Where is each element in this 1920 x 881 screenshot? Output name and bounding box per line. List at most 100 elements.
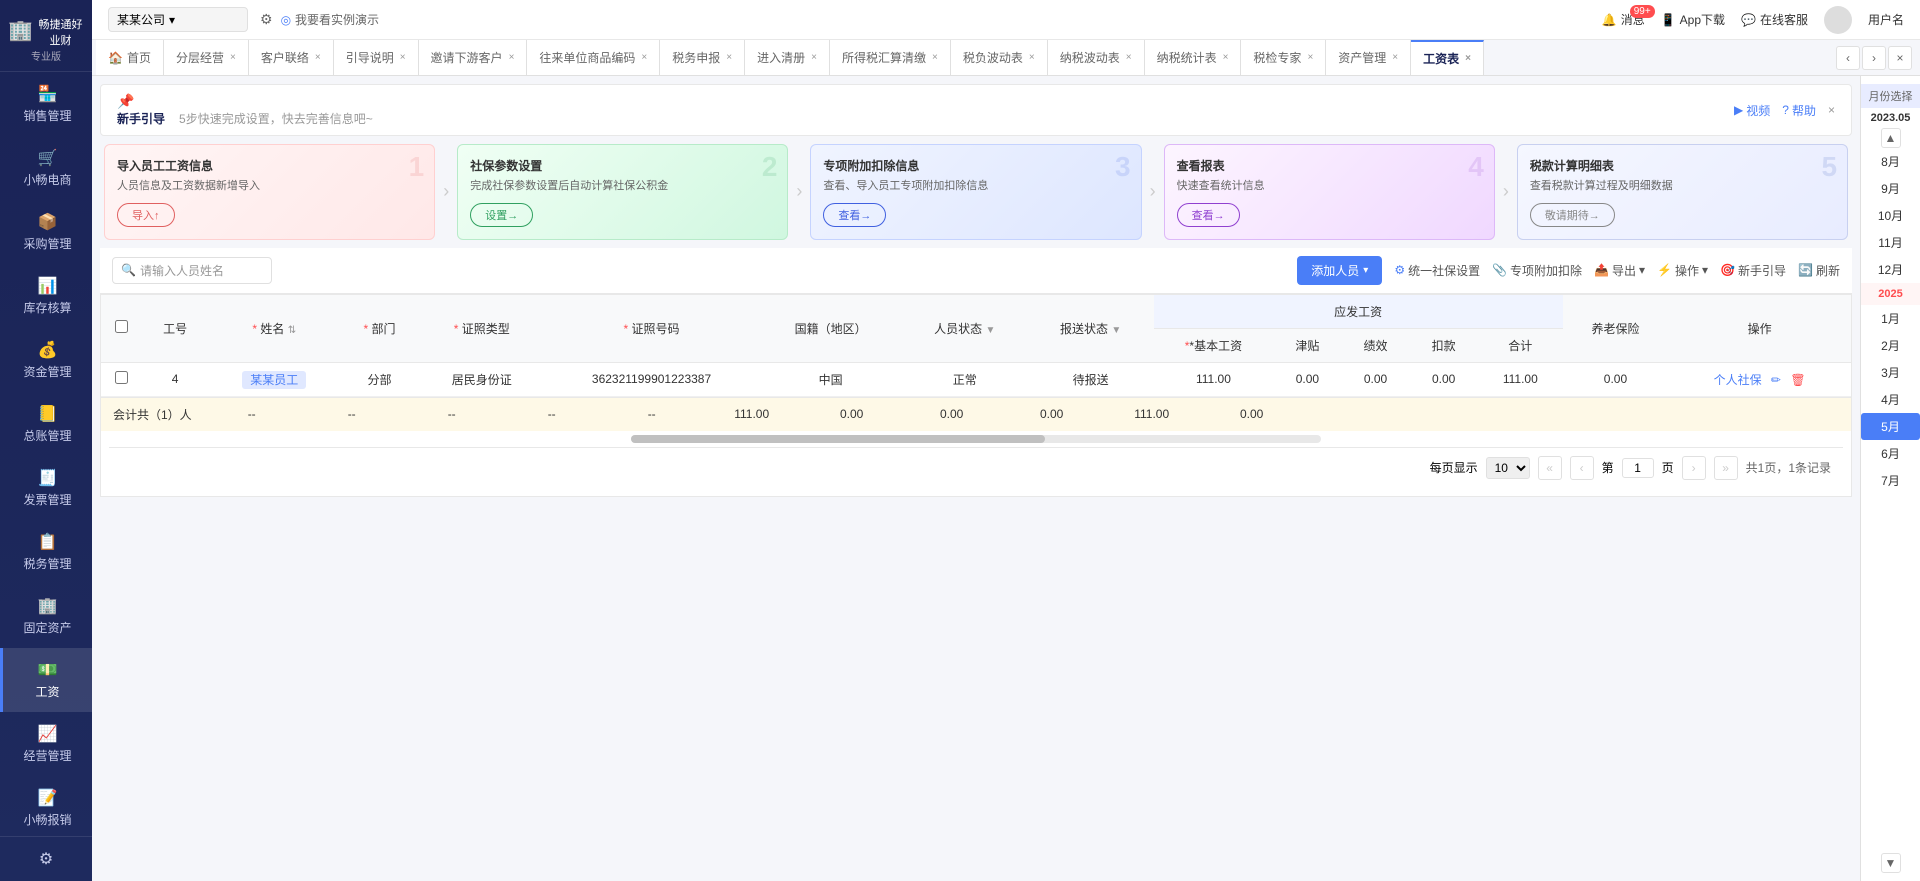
tab-tax-declare[interactable]: 税务申报 ×: [660, 40, 745, 76]
sort-icon[interactable]: ⇅: [288, 325, 296, 336]
edit-row-button[interactable]: ✏: [1771, 373, 1781, 387]
month-item-may[interactable]: 5月: [1861, 413, 1920, 440]
month-item-nov[interactable]: 11月: [1861, 229, 1920, 256]
month-item-oct[interactable]: 10月: [1861, 202, 1920, 229]
tab-close-icon[interactable]: ×: [1307, 52, 1313, 63]
message-button[interactable]: 🔔 消息 99+: [1602, 11, 1645, 28]
month-item-mar[interactable]: 3月: [1861, 359, 1920, 386]
tab-close-icon[interactable]: ×: [509, 52, 515, 63]
sidebar-item-sales[interactable]: 🏪 销售管理: [0, 72, 92, 136]
horizontal-scrollbar[interactable]: [101, 431, 1851, 447]
tab-close-icon[interactable]: ×: [400, 52, 406, 63]
tab-invite[interactable]: 邀请下游客户 ×: [419, 40, 528, 76]
company-selector[interactable]: 某某公司 ▾: [108, 7, 248, 32]
settings-icon[interactable]: ⚙: [260, 11, 273, 28]
tab-tax-stat[interactable]: 纳税统计表 ×: [1145, 40, 1242, 76]
month-item-feb[interactable]: 2月: [1861, 332, 1920, 359]
sidebar-item-invoice[interactable]: 🧾 发票管理: [0, 456, 92, 520]
step-btn-4[interactable]: 查看→: [1177, 203, 1240, 227]
filter-icon[interactable]: ▼: [1111, 325, 1121, 336]
tab-close-icon[interactable]: ×: [1465, 53, 1471, 64]
sidebar-item-purchase[interactable]: 📦 采购管理: [0, 200, 92, 264]
month-item-sep[interactable]: 9月: [1861, 175, 1920, 202]
per-page-select[interactable]: 10: [1486, 457, 1530, 479]
refresh-button[interactable]: 🔄 刷新: [1798, 262, 1840, 279]
tab-close-icon[interactable]: ×: [932, 52, 938, 63]
tab-prev-button[interactable]: ‹: [1836, 46, 1860, 70]
sidebar-item-ecommerce[interactable]: 🛒 小畅电商: [0, 136, 92, 200]
sidebar-item-tax[interactable]: 📋 税务管理: [0, 520, 92, 584]
sidebar-item-salary[interactable]: 💵 工资: [0, 648, 92, 712]
tab-close-icon[interactable]: ×: [811, 52, 817, 63]
search-input[interactable]: 🔍 请输入人员姓名: [112, 257, 272, 284]
tab-clearance[interactable]: 进入清册 ×: [745, 40, 830, 76]
export-button[interactable]: 📤 导出 ▾: [1594, 262, 1645, 279]
tab-guide-explain[interactable]: 引导说明 ×: [334, 40, 419, 76]
tab-tax-expert[interactable]: 税检专家 ×: [1241, 40, 1326, 76]
month-item-aug[interactable]: 8月: [1861, 148, 1920, 175]
sidebar-item-finance[interactable]: 💰 资金管理: [0, 328, 92, 392]
tab-close-icon[interactable]: ×: [230, 52, 236, 63]
add-employee-button[interactable]: 添加人员 ▾: [1297, 256, 1382, 285]
guide-video-link[interactable]: ▶ 视频: [1734, 102, 1770, 119]
sidebar-item-inventory[interactable]: 📊 库存核算: [0, 264, 92, 328]
newbie-guide-button[interactable]: 🎯 新手引导: [1720, 262, 1786, 279]
sidebar-item-expense[interactable]: 📝 小畅报销: [0, 776, 92, 836]
first-page-button[interactable]: «: [1538, 456, 1562, 480]
delete-row-button[interactable]: 🗑: [1790, 373, 1805, 387]
tab-close-icon[interactable]: ×: [1029, 52, 1035, 63]
app-download-button[interactable]: 📱 App下载: [1661, 11, 1725, 28]
tab-close-icon[interactable]: ×: [1126, 52, 1132, 63]
next-page-button[interactable]: ›: [1682, 456, 1706, 480]
month-item-dec[interactable]: 12月: [1861, 256, 1920, 283]
tab-stratified[interactable]: 分层经营 ×: [164, 40, 249, 76]
tab-home[interactable]: 🏠 首页: [96, 40, 164, 76]
username-label[interactable]: 用户名: [1868, 11, 1904, 28]
page-input[interactable]: [1622, 458, 1654, 478]
select-all-checkbox[interactable]: [115, 320, 128, 333]
tab-next-button[interactable]: ›: [1862, 46, 1886, 70]
tab-close-all-button[interactable]: ×: [1888, 46, 1912, 70]
step-btn-1[interactable]: 导入↑: [117, 203, 175, 227]
guide-close-button[interactable]: ×: [1828, 103, 1835, 117]
tab-asset-mgmt[interactable]: 资产管理 ×: [1326, 40, 1411, 76]
step-btn-5[interactable]: 敬请期待→: [1530, 203, 1615, 227]
unified-social-security-button[interactable]: ⚙ 统一社保设置: [1394, 262, 1480, 279]
month-item-jun[interactable]: 6月: [1861, 440, 1920, 467]
tab-close-icon[interactable]: ×: [726, 52, 732, 63]
tab-close-icon[interactable]: ×: [641, 52, 647, 63]
month-item-jan[interactable]: 1月: [1861, 305, 1920, 332]
last-page-button[interactable]: »: [1714, 456, 1738, 480]
month-item-apr[interactable]: 4月: [1861, 386, 1920, 413]
tab-customer[interactable]: 客户联络 ×: [249, 40, 334, 76]
month-nav-down[interactable]: ▼: [1881, 853, 1901, 873]
row-checkbox[interactable]: [115, 371, 128, 384]
tab-close-icon[interactable]: ×: [315, 52, 321, 63]
tab-income-tax[interactable]: 所得税汇算清缴 ×: [830, 40, 951, 76]
avatar[interactable]: [1824, 6, 1852, 34]
scrollbar-thumb[interactable]: [631, 435, 1045, 443]
tab-tax-wave[interactable]: 纳税波动表 ×: [1048, 40, 1145, 76]
filter-icon[interactable]: ▼: [985, 325, 995, 336]
tab-close-icon[interactable]: ×: [1392, 52, 1398, 63]
sidebar-item-assets[interactable]: 🏢 固定资产: [0, 584, 92, 648]
prev-page-button[interactable]: ‹: [1570, 456, 1594, 480]
gear-icon[interactable]: ⚙: [39, 849, 53, 869]
month-nav-up[interactable]: ▲: [1881, 128, 1901, 148]
scrollbar-track[interactable]: [631, 435, 1321, 443]
online-service-button[interactable]: 💬 在线客服: [1741, 11, 1808, 28]
tab-close-icon[interactable]: ×: [1223, 52, 1229, 63]
step-btn-2[interactable]: 设置→: [470, 203, 533, 227]
tab-salary-table[interactable]: 工资表 ×: [1411, 40, 1484, 76]
tab-tax-burden[interactable]: 税负波动表 ×: [951, 40, 1048, 76]
guide-help-link[interactable]: ? 帮助: [1782, 102, 1816, 119]
tab-partner-code[interactable]: 往来单位商品编码 ×: [527, 40, 660, 76]
sidebar-item-ledger[interactable]: 📒 总账管理: [0, 392, 92, 456]
special-deduction-button[interactable]: 📎 专项附加扣除: [1492, 262, 1582, 279]
sidebar-item-operation[interactable]: 📈 经营管理: [0, 712, 92, 776]
step-btn-3[interactable]: 查看→: [823, 203, 886, 227]
operations-button[interactable]: ⚡ 操作 ▾: [1657, 262, 1708, 279]
personal-social-security-button[interactable]: 个人社保: [1714, 373, 1762, 387]
demo-link[interactable]: ◎ 我要看实例演示: [281, 11, 380, 28]
month-item-jul[interactable]: 7月: [1861, 467, 1920, 494]
